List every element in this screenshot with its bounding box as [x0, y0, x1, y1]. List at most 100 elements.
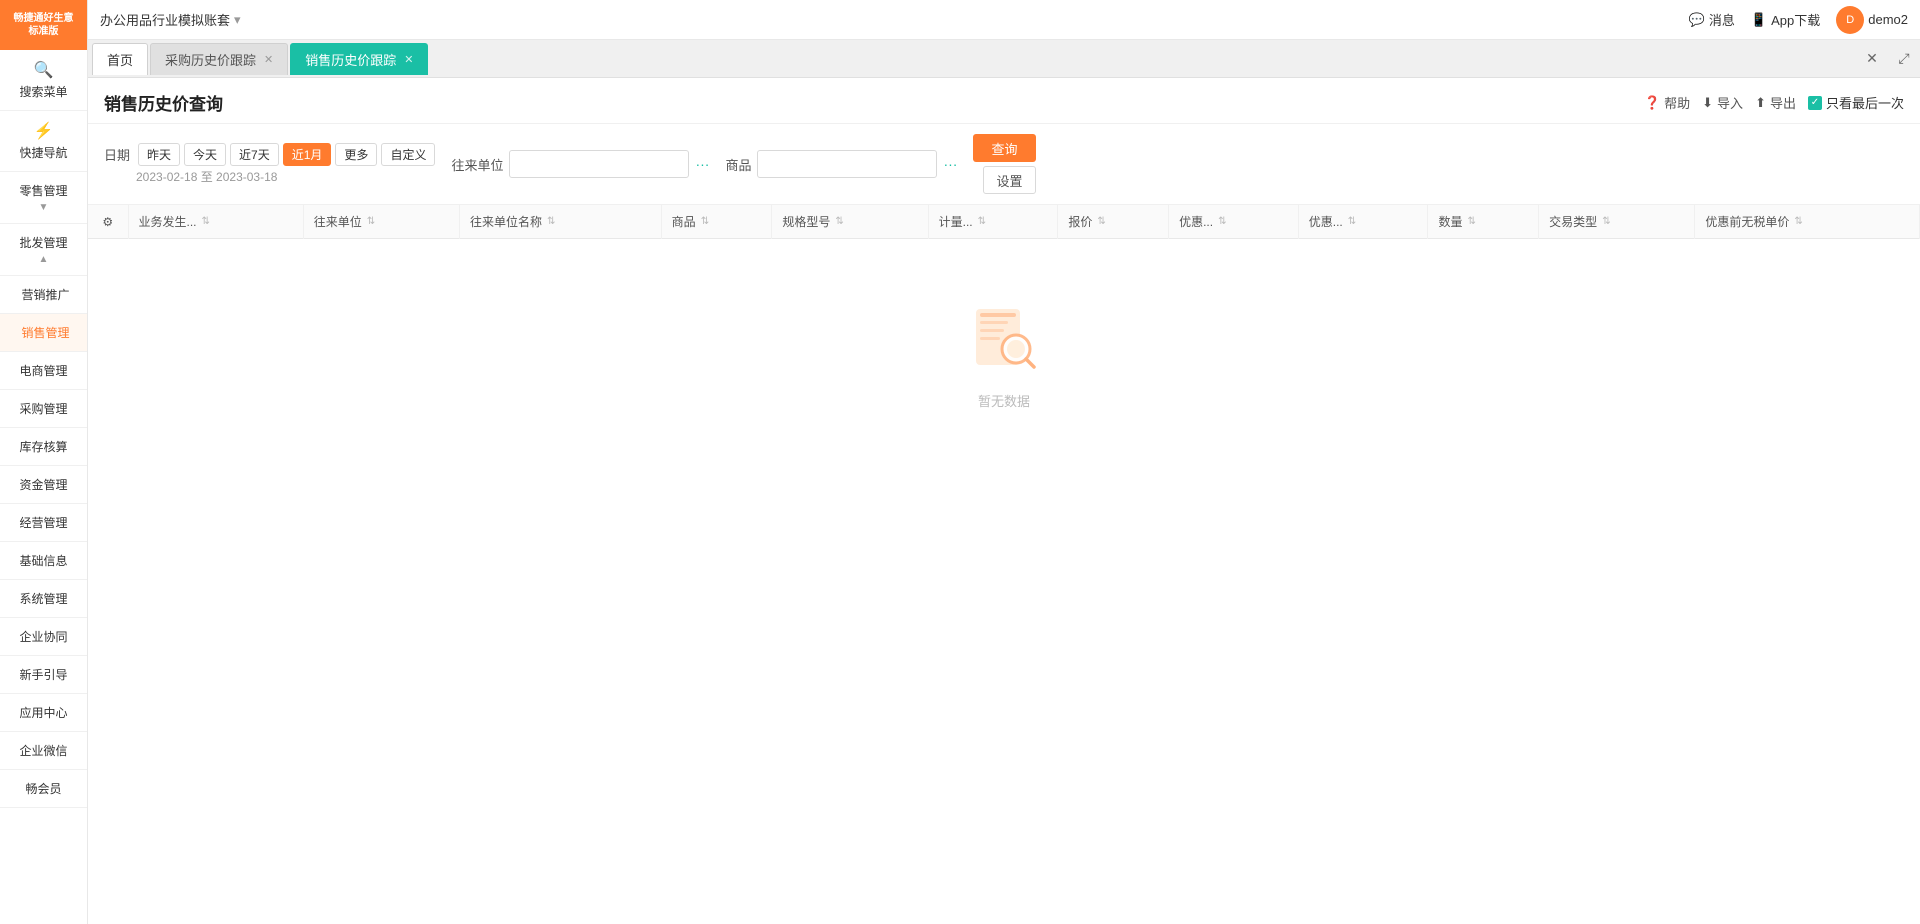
quantity-sort-icon: ⇅	[1467, 216, 1475, 227]
tab-close-all-btn[interactable]: ✕	[1860, 47, 1884, 71]
more-btn[interactable]: 更多	[335, 143, 377, 166]
sidebar-item-purchase[interactable]: 采购管理	[0, 390, 87, 428]
today-btn[interactable]: 今天	[184, 143, 226, 166]
table-col-biz-date[interactable]: 业务发生... ⇅	[128, 205, 303, 239]
tab-purchase-history[interactable]: 采购历史价跟踪 ✕	[150, 43, 288, 75]
tab-home-label: 首页	[107, 50, 133, 69]
customer-filter-group: 往来单位 ···	[451, 150, 709, 178]
tabs-bar: 首页 采购历史价跟踪 ✕ 销售历史价跟踪 ✕ ✕ ⤢	[88, 40, 1920, 78]
sidebar-item-retail[interactable]: 零售管理 ▼	[0, 172, 87, 224]
sidebar-item-member-label: 畅会员	[25, 780, 61, 797]
tab-sales-history[interactable]: 销售历史价跟踪 ✕	[290, 43, 428, 75]
date-range-display: 2023-02-18 至 2023-03-18	[136, 168, 435, 185]
goods-dots[interactable]: ···	[943, 156, 957, 172]
customer-dots[interactable]: ···	[695, 156, 709, 172]
company-name: 办公用品行业模拟账套	[100, 10, 230, 29]
page-title: 销售历史价查询	[104, 90, 223, 115]
sidebar-item-enterprise-wechat-label: 企业微信	[19, 742, 67, 759]
sidebar-logo: 畅捷通好生意 标准版	[0, 0, 88, 50]
quoted-price-sort-icon: ⇅	[1097, 216, 1105, 227]
only-last-checkbox[interactable]: ✓	[1808, 96, 1822, 110]
table-header-row: ⚙ 业务发生... ⇅ 往来单位 ⇅	[88, 205, 1920, 239]
main-area: 办公用品行业模拟账套 ▾ 💬 消息 📱 App下载 D demo2 首页	[88, 0, 1920, 924]
customer-code-sort-icon: ⇅	[367, 216, 375, 227]
table-col-discount1[interactable]: 优惠... ⇅	[1169, 205, 1299, 239]
last7days-btn[interactable]: 近7天	[230, 143, 279, 166]
table-col-trade-type[interactable]: 交易类型 ⇅	[1539, 205, 1695, 239]
discount2-sort-icon: ⇅	[1348, 216, 1356, 227]
import-icon: ⬇	[1702, 95, 1713, 111]
sidebar-item-app-center[interactable]: 应用中心	[0, 694, 87, 732]
table-col-quoted-price[interactable]: 报价 ⇅	[1058, 205, 1169, 239]
sidebar-item-purchase-label: 采购管理	[19, 400, 67, 417]
sidebar-item-enterprise[interactable]: 企业协同	[0, 618, 87, 656]
sidebar-item-system[interactable]: 系统管理	[0, 580, 87, 618]
table-col-gear[interactable]: ⚙	[88, 205, 128, 239]
table-col-quantity[interactable]: 数量 ⇅	[1428, 205, 1539, 239]
tab-home[interactable]: 首页	[92, 43, 148, 75]
page-header: 销售历史价查询 ❓ 帮助 ⬇ 导入 ⬆ 导出 ✓ 只看最后一次	[88, 78, 1920, 124]
customer-input[interactable]	[509, 150, 689, 178]
table-col-customer-code[interactable]: 往来单位 ⇅	[303, 205, 459, 239]
sidebar-item-sales[interactable]: 销售管理	[0, 314, 87, 352]
export-btn[interactable]: ⬆ 导出	[1755, 93, 1796, 112]
sidebar-item-inventory[interactable]: 库存核算	[0, 428, 87, 466]
goods-filter-group: 商品 ···	[725, 150, 957, 178]
table-col-unit[interactable]: 计量... ⇅	[928, 205, 1058, 239]
query-button[interactable]: 查询	[973, 134, 1035, 162]
unit-sort-icon: ⇅	[978, 216, 986, 227]
only-last-checkbox-group[interactable]: ✓ 只看最后一次	[1808, 93, 1904, 112]
sidebar-item-ecommerce[interactable]: 电商管理	[0, 352, 87, 390]
help-btn[interactable]: ❓ 帮助	[1644, 93, 1690, 112]
table-col-spec[interactable]: 规格型号 ⇅	[772, 205, 928, 239]
goods-input[interactable]	[757, 150, 937, 178]
sidebar-item-operations[interactable]: 经营管理	[0, 504, 87, 542]
sidebar-item-wholesale[interactable]: 批发管理 ▲	[0, 224, 87, 276]
sidebar-item-shortcuts[interactable]: ⚡ 快捷导航	[0, 111, 87, 172]
message-label: 消息	[1709, 10, 1735, 29]
user-menu[interactable]: D demo2	[1836, 6, 1908, 34]
sidebar-item-shortcuts-label: 快捷导航	[19, 144, 67, 161]
content-area: 销售历史价查询 ❓ 帮助 ⬇ 导入 ⬆ 导出 ✓ 只看最后一次	[88, 78, 1920, 924]
avatar: D	[1836, 6, 1864, 34]
tab-purchase-close-icon[interactable]: ✕	[264, 53, 273, 66]
custom-btn[interactable]: 自定义	[381, 143, 435, 166]
company-selector[interactable]: 办公用品行业模拟账套 ▾	[100, 10, 241, 29]
import-btn[interactable]: ⬇ 导入	[1702, 93, 1743, 112]
table-col-goods[interactable]: 商品 ⇅	[661, 205, 772, 239]
table-col-discount2[interactable]: 优惠... ⇅	[1298, 205, 1428, 239]
yesterday-btn[interactable]: 昨天	[138, 143, 180, 166]
sidebar-item-search-label: 搜索菜单	[19, 83, 67, 100]
gear-icon[interactable]: ⚙	[102, 215, 113, 229]
sidebar-item-enterprise-wechat[interactable]: 企业微信	[0, 732, 87, 770]
app-download-label: App下载	[1771, 10, 1820, 29]
app-download-icon: 📱	[1751, 12, 1767, 28]
dropdown-arrow-icon: ▾	[234, 12, 241, 28]
sidebar-item-search[interactable]: 🔍 搜索菜单	[0, 50, 87, 111]
tab-sales-close-icon[interactable]: ✕	[404, 53, 413, 66]
message-btn[interactable]: 💬 消息	[1689, 10, 1735, 29]
sidebar-item-enterprise-label: 企业协同	[19, 628, 67, 645]
table-col-pretax-price[interactable]: 优惠前无税单价 ⇅	[1695, 205, 1920, 239]
trade-type-sort-icon: ⇅	[1602, 216, 1610, 227]
shortcuts-icon: ⚡	[34, 121, 54, 141]
table-col-customer-name[interactable]: 往来单位名称 ⇅	[459, 205, 661, 239]
sidebar-item-newbie[interactable]: 新手引导	[0, 656, 87, 694]
settings-button[interactable]: 设置	[983, 166, 1035, 194]
empty-state: 暂无数据	[88, 239, 1920, 470]
query-col: 查询 设置	[973, 134, 1035, 194]
sidebar-item-marketing[interactable]: 营销推广	[0, 276, 87, 314]
tab-sales-label: 销售历史价跟踪	[305, 50, 396, 69]
topbar-actions: 💬 消息 📱 App下载 D demo2	[1689, 6, 1908, 34]
sidebar-item-member[interactable]: 畅会员	[0, 770, 87, 808]
last1month-btn[interactable]: 近1月	[283, 143, 332, 166]
only-last-label: 只看最后一次	[1826, 93, 1904, 112]
sidebar-item-finance[interactable]: 资金管理	[0, 466, 87, 504]
app-download-btn[interactable]: 📱 App下载	[1751, 10, 1820, 29]
goods-filter-label: 商品	[725, 155, 751, 174]
sidebar-item-basic-info[interactable]: 基础信息	[0, 542, 87, 580]
goods-sort-icon: ⇅	[701, 216, 709, 227]
tab-maximize-btn[interactable]: ⤢	[1892, 47, 1916, 71]
tab-purchase-label: 采购历史价跟踪	[165, 50, 256, 69]
wholesale-arrow-icon: ▲	[39, 254, 49, 265]
